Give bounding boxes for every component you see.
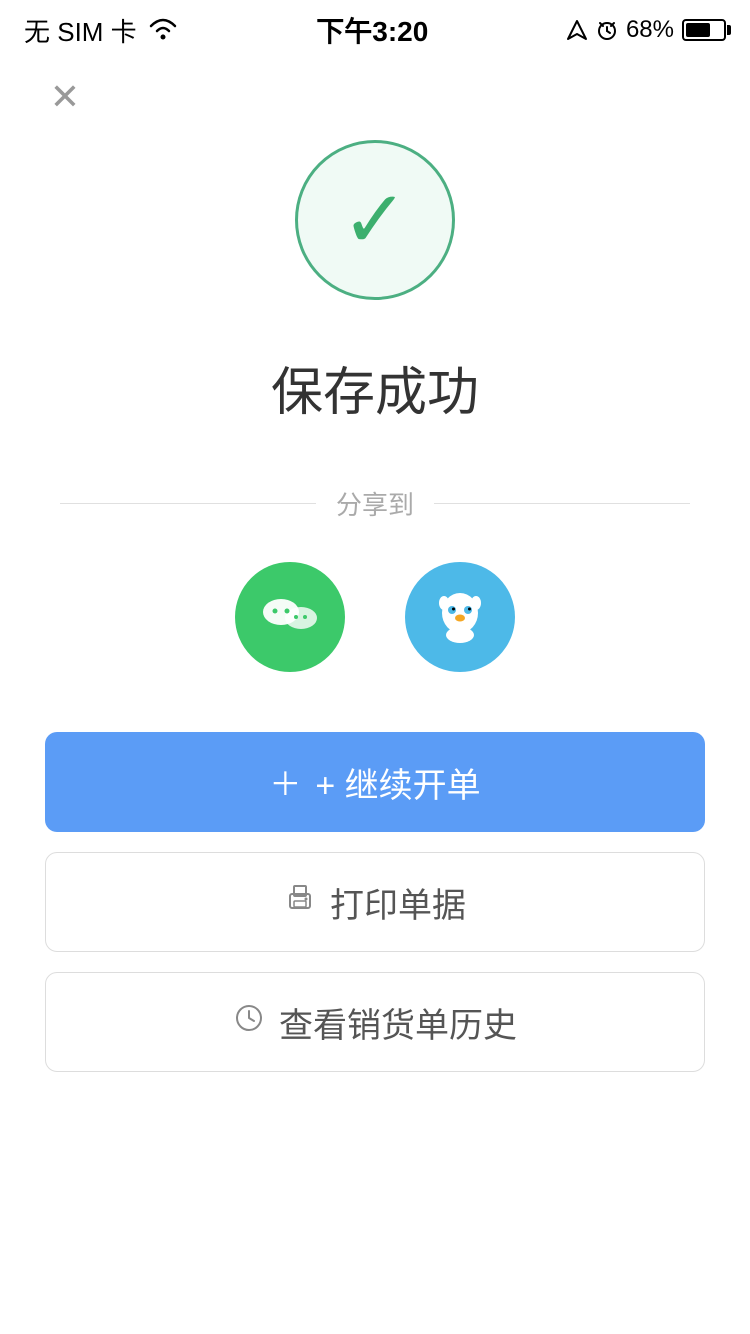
history-icon [233,1002,265,1042]
history-button[interactable]: 查看销货单历史 [45,972,705,1072]
checkmark-icon: ✓ [341,180,408,260]
battery-percent: 68% [626,16,674,44]
continue-label: + 继续开单 [315,758,480,807]
continue-button[interactable]: ＋ + 继续开单 [45,732,705,832]
divider-left [60,503,316,504]
print-button[interactable]: 打印单据 [45,852,705,952]
carrier-text: 无 SIM 卡 [24,12,137,49]
status-left: 无 SIM 卡 [24,12,179,49]
qq-button[interactable] [405,562,515,672]
close-button[interactable]: ✕ [40,72,90,122]
success-title: 保存成功 [271,350,479,425]
alarm-icon [596,19,618,41]
location-icon [566,19,588,41]
plus-icon: ＋ [269,759,301,805]
share-divider: 分享到 [0,485,750,522]
qq-icon [428,585,492,649]
success-circle: ✓ [295,140,455,300]
status-bar: 无 SIM 卡 下午3:20 68% [0,0,750,60]
divider-right [434,503,690,504]
close-icon: ✕ [50,76,80,118]
share-icons [235,562,515,672]
wechat-button[interactable] [235,562,345,672]
battery-icon [682,19,726,41]
main-content: ✓ 保存成功 分享到 [0,60,750,1072]
print-label: 打印单据 [330,878,466,927]
status-time: 下午3:20 [316,10,428,50]
history-label: 查看销货单历史 [279,998,517,1047]
status-right: 68% [566,16,726,44]
share-section: 分享到 [0,485,750,672]
print-icon [284,882,316,922]
wifi-icon [147,18,179,42]
share-label: 分享到 [336,485,414,522]
action-buttons: ＋ + 继续开单 打印单据 查看销货单历 [45,732,705,1072]
wechat-icon [255,582,325,652]
